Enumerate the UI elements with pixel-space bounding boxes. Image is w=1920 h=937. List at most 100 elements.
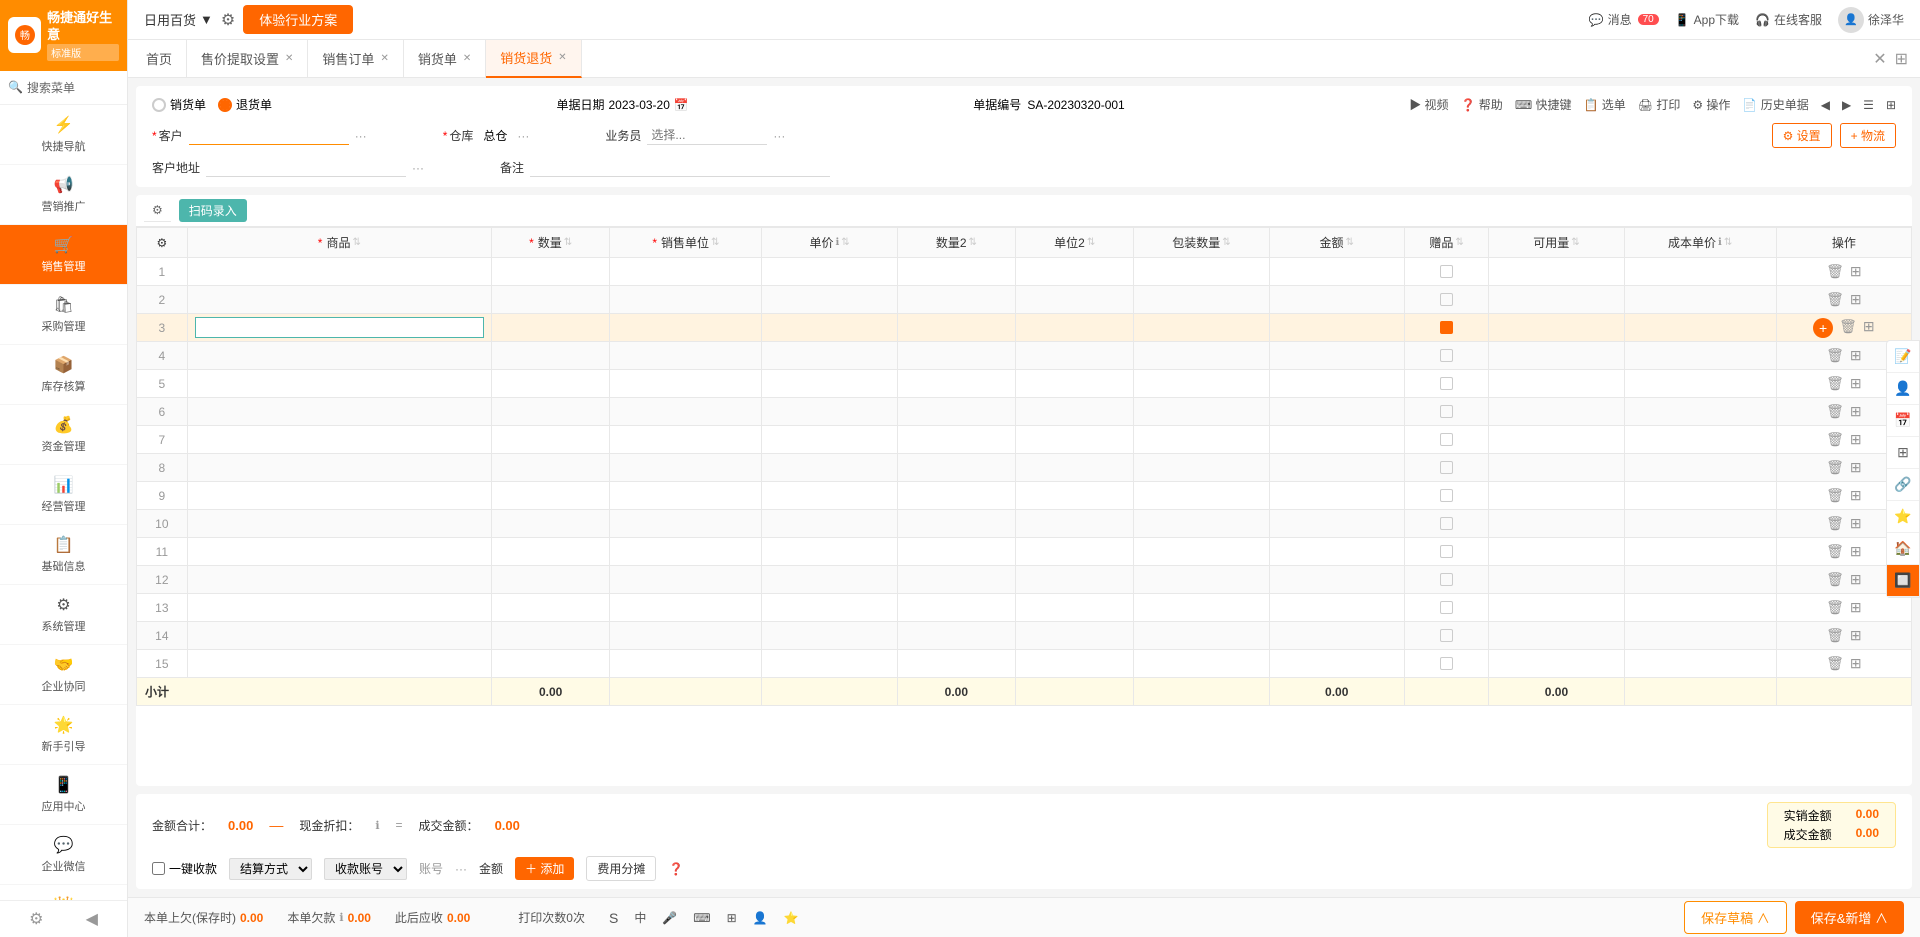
- amount-cell[interactable]: [1269, 594, 1404, 622]
- amount-cell[interactable]: [1269, 650, 1404, 678]
- industry-selector[interactable]: 日用百货 ▼: [144, 10, 213, 29]
- product-cell[interactable]: [187, 370, 491, 398]
- copy-row-btn[interactable]: ⊞: [1863, 318, 1875, 338]
- history-btn[interactable]: 📄 历史单据: [1742, 96, 1808, 113]
- print-btn[interactable]: 🖨 打印: [1638, 96, 1681, 113]
- available-cell[interactable]: [1489, 370, 1624, 398]
- radio-return-bill[interactable]: 退货单: [218, 96, 272, 113]
- account-select[interactable]: 收款账号: [324, 858, 407, 880]
- sales-unit-cell[interactable]: [610, 258, 762, 286]
- pack-qty-cell[interactable]: [1134, 622, 1269, 650]
- unit-price-cell[interactable]: [762, 342, 897, 370]
- gift-checkbox[interactable]: [1440, 377, 1453, 390]
- qty-cell[interactable]: [491, 482, 609, 510]
- available-cell[interactable]: [1489, 650, 1624, 678]
- qty-cell[interactable]: [491, 426, 609, 454]
- cost-price-cell[interactable]: [1624, 566, 1776, 594]
- cost-price-cell[interactable]: [1624, 426, 1776, 454]
- sort-amount-icon[interactable]: ⇅: [1346, 237, 1354, 248]
- unit-price-cell[interactable]: [762, 426, 897, 454]
- save-new-btn[interactable]: 保存&新增 ∧: [1795, 901, 1904, 934]
- unit2-cell[interactable]: [1016, 398, 1134, 426]
- sort-pack-icon[interactable]: ⇅: [1222, 237, 1230, 248]
- right-icon-1[interactable]: 📝: [1887, 341, 1919, 373]
- copy-row-btn[interactable]: ⊞: [1850, 459, 1862, 476]
- tab-sales-bill[interactable]: 销货单 ✕: [404, 40, 486, 78]
- sort-cost-icon[interactable]: ⇅: [1724, 237, 1732, 248]
- qty-cell[interactable]: [491, 510, 609, 538]
- discount-info-icon[interactable]: ℹ: [375, 819, 379, 832]
- qty-cell[interactable]: [491, 594, 609, 622]
- right-icon-6[interactable]: ⭐: [1887, 501, 1919, 533]
- table-gear-icon[interactable]: ⚙: [144, 199, 171, 222]
- delete-row-btn[interactable]: 🗑: [1826, 543, 1844, 560]
- gift-checkbox[interactable]: [1440, 657, 1453, 670]
- amount-cell[interactable]: [1269, 314, 1404, 342]
- unit-price-cell[interactable]: [762, 398, 897, 426]
- tab-close-icon[interactable]: ✕: [463, 53, 471, 64]
- sidebar-item-wechat[interactable]: 💬 企业微信: [0, 825, 127, 885]
- unit-price-cell[interactable]: [762, 482, 897, 510]
- pack-qty-cell[interactable]: [1134, 370, 1269, 398]
- add-btn[interactable]: ＋ 添加: [515, 857, 574, 880]
- delete-row-btn[interactable]: 🗑: [1826, 431, 1844, 448]
- product-cell[interactable]: [187, 342, 491, 370]
- copy-row-btn[interactable]: ⊞: [1850, 263, 1862, 280]
- sidebar-item-member[interactable]: 👑 畅会员: [0, 885, 127, 900]
- amount-cell[interactable]: [1269, 566, 1404, 594]
- qty-cell[interactable]: [491, 622, 609, 650]
- delete-row-btn[interactable]: 🗑: [1826, 347, 1844, 364]
- unit2-cell[interactable]: [1016, 594, 1134, 622]
- cost-price-cell[interactable]: [1624, 594, 1776, 622]
- calc-method-select[interactable]: 结算方式: [229, 858, 312, 880]
- cost-split-btn[interactable]: 费用分摊: [586, 856, 656, 881]
- qty-cell[interactable]: [491, 538, 609, 566]
- copy-row-btn[interactable]: ⊞: [1850, 375, 1862, 392]
- unit2-cell[interactable]: [1016, 342, 1134, 370]
- nav-next-icon[interactable]: ▶: [1842, 98, 1851, 112]
- gift-checkbox[interactable]: [1440, 405, 1453, 418]
- copy-row-btn[interactable]: ⊞: [1850, 487, 1862, 504]
- available-cell[interactable]: [1489, 622, 1624, 650]
- delete-row-btn[interactable]: 🗑: [1826, 487, 1844, 504]
- qty2-cell[interactable]: [897, 398, 1015, 426]
- date-value[interactable]: 2023-03-20: [609, 98, 670, 112]
- pack-qty-cell[interactable]: [1134, 650, 1269, 678]
- unit-price-cell[interactable]: [762, 510, 897, 538]
- available-cell[interactable]: [1489, 258, 1624, 286]
- available-cell[interactable]: [1489, 342, 1624, 370]
- customer-input[interactable]: [189, 126, 349, 145]
- gift-checkbox[interactable]: [1440, 461, 1453, 474]
- qty2-cell[interactable]: [897, 566, 1015, 594]
- unit2-cell[interactable]: [1016, 622, 1134, 650]
- sales-unit-cell[interactable]: [610, 650, 762, 678]
- sales-unit-cell[interactable]: [610, 538, 762, 566]
- shortcut-btn[interactable]: ⌨ 快捷键: [1515, 96, 1572, 113]
- pack-qty-cell[interactable]: [1134, 426, 1269, 454]
- delete-row-btn[interactable]: 🗑: [1826, 599, 1844, 616]
- qty2-cell[interactable]: [897, 258, 1015, 286]
- unit2-cell[interactable]: [1016, 538, 1134, 566]
- gift-checkbox[interactable]: [1440, 545, 1453, 558]
- warehouse-dots[interactable]: ···: [517, 129, 529, 143]
- tab-close-icon[interactable]: ✕: [285, 53, 293, 64]
- unit-price-cell[interactable]: [762, 314, 897, 342]
- sidebar-item-marketing[interactable]: 📢 营销推广: [0, 165, 127, 225]
- product-cell[interactable]: [187, 314, 491, 342]
- copy-row-btn[interactable]: ⊞: [1850, 627, 1862, 644]
- qty2-cell[interactable]: [897, 650, 1015, 678]
- tab-close-icon[interactable]: ✕: [558, 52, 566, 63]
- right-icon-7[interactable]: 🏠: [1887, 533, 1919, 565]
- gift-checkbox[interactable]: [1440, 601, 1453, 614]
- cost-price-cell[interactable]: [1624, 454, 1776, 482]
- unit-price-cell[interactable]: [762, 622, 897, 650]
- available-cell[interactable]: [1489, 566, 1624, 594]
- pack-qty-cell[interactable]: [1134, 566, 1269, 594]
- delete-row-btn[interactable]: 🗑: [1826, 515, 1844, 532]
- sales-unit-cell[interactable]: [610, 482, 762, 510]
- amount-cell[interactable]: [1269, 622, 1404, 650]
- copy-row-btn[interactable]: ⊞: [1850, 347, 1862, 364]
- sidebar-item-basic-info[interactable]: 📋 基础信息: [0, 525, 127, 585]
- app-download-btn[interactable]: 📱 App下载: [1675, 11, 1739, 28]
- unit-price-cell[interactable]: [762, 594, 897, 622]
